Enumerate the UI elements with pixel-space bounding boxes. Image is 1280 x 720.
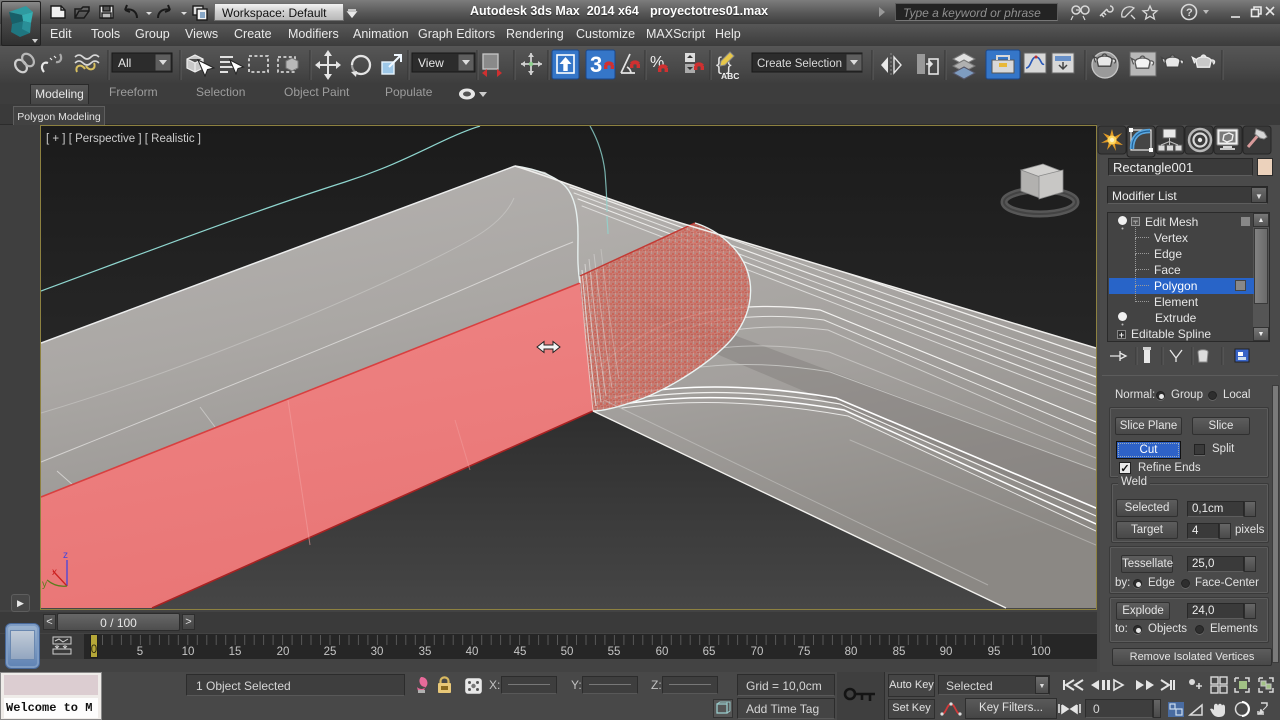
svg-text:40: 40 — [466, 646, 479, 658]
svg-text:85: 85 — [893, 646, 906, 658]
svg-text:3: 3 — [590, 52, 602, 77]
svg-text:90: 90 — [940, 646, 953, 658]
svg-text:15: 15 — [229, 646, 242, 658]
svg-text:25: 25 — [324, 646, 337, 658]
svg-text:50: 50 — [561, 646, 574, 658]
svg-text:View: View — [418, 56, 444, 70]
svg-text:z: z — [63, 550, 68, 561]
svg-text:65: 65 — [703, 646, 716, 658]
svg-text:70: 70 — [751, 646, 764, 658]
svg-text:Create Selection Se: Create Selection Se — [757, 58, 859, 70]
svg-text:x: x — [52, 567, 57, 578]
svg-text:y: y — [42, 579, 47, 590]
svg-text:10: 10 — [182, 646, 195, 658]
svg-text:20: 20 — [277, 646, 290, 658]
svg-text:75: 75 — [798, 646, 811, 658]
svg-text:45: 45 — [514, 646, 527, 658]
svg-text:5: 5 — [137, 646, 143, 658]
svg-text:60: 60 — [656, 646, 669, 658]
svg-text:30: 30 — [371, 646, 384, 658]
svg-text:%: % — [650, 54, 664, 71]
svg-text:95: 95 — [988, 646, 1001, 658]
svg-text:All: All — [118, 56, 131, 70]
svg-text:55: 55 — [608, 646, 621, 658]
svg-text:[ + ] [ Perspective ] [ Realis: [ + ] [ Perspective ] [ Realistic ] — [46, 133, 201, 145]
svg-text:?: ? — [1186, 7, 1193, 19]
svg-text:ABC: ABC — [721, 71, 739, 81]
svg-text:35: 35 — [419, 646, 432, 658]
svg-text:80: 80 — [845, 646, 858, 658]
svg-text:100: 100 — [1031, 646, 1050, 658]
